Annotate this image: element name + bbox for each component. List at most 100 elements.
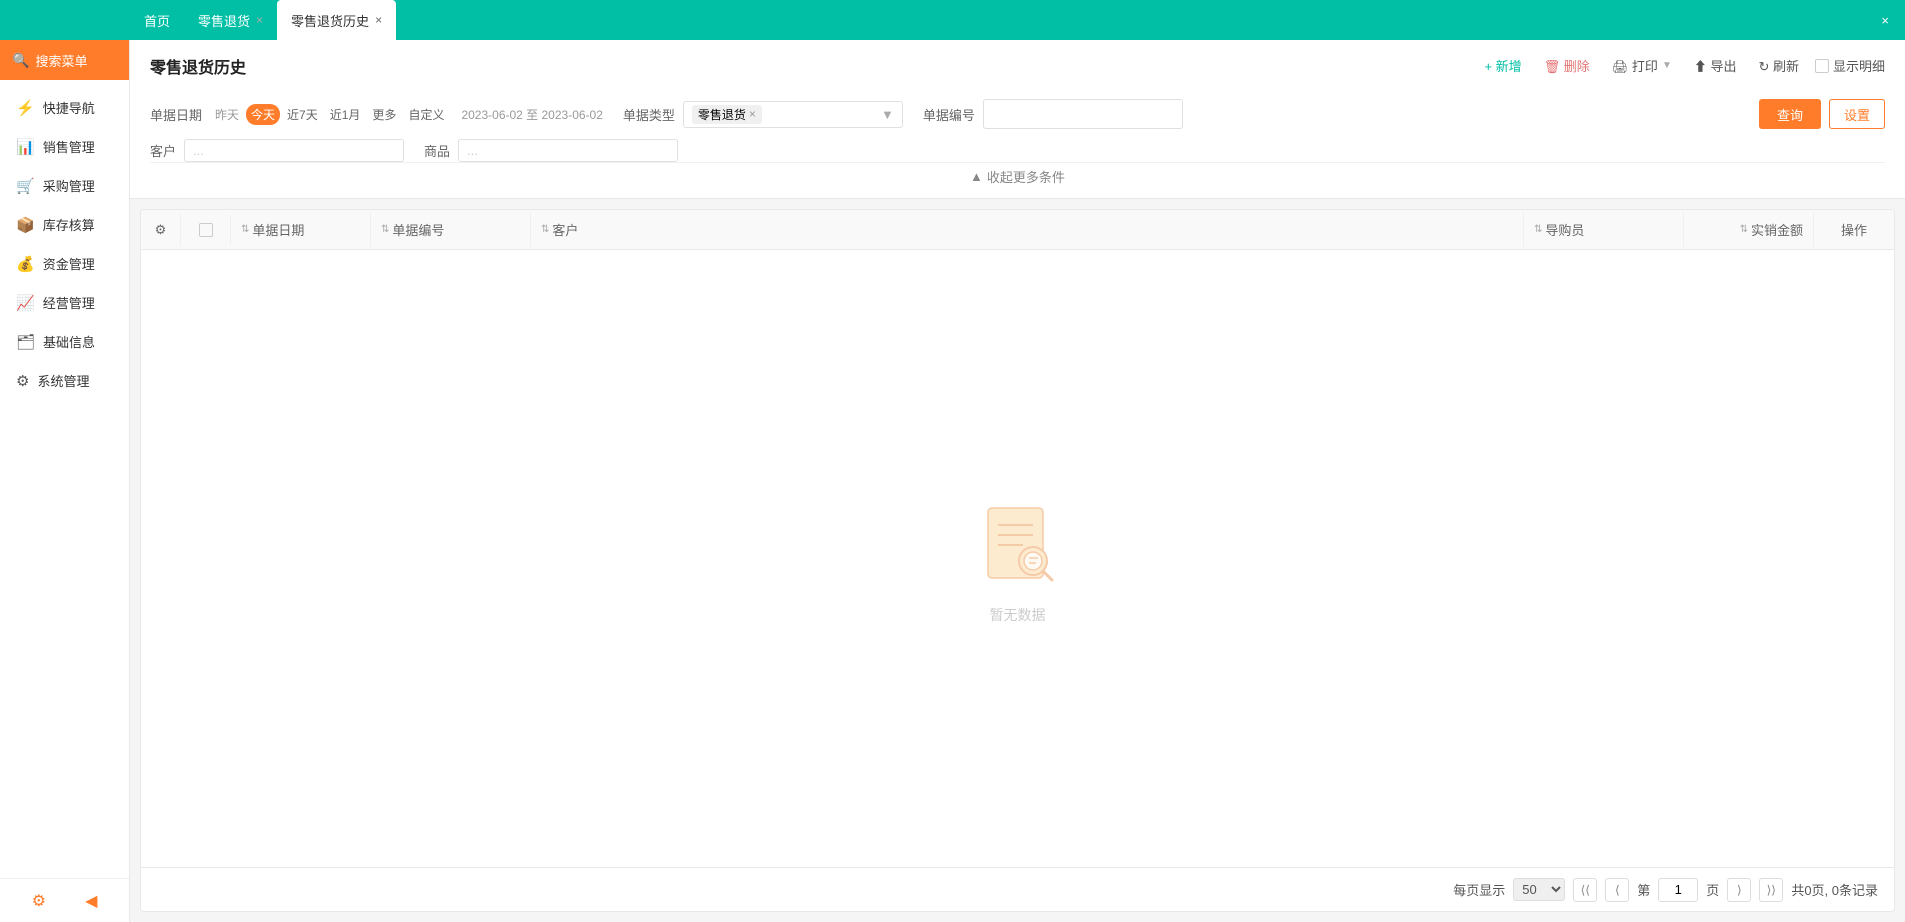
th-settings[interactable]: ⚙ bbox=[141, 214, 181, 246]
sidebar-footer: ⚙ ◀ bbox=[0, 878, 129, 922]
export-button-label: ⬆ 导出 bbox=[1694, 56, 1737, 75]
customer-select[interactable]: ... bbox=[184, 139, 404, 162]
sidebar-item-purchase[interactable]: 🛒 采购管理 bbox=[0, 166, 129, 205]
delete-button-label: 🗑 删除 bbox=[1544, 56, 1590, 75]
date-opt-custom[interactable]: 自定义 bbox=[403, 104, 449, 125]
sidebar-item-inventory-label: 库存核算 bbox=[43, 215, 95, 234]
display-toggle[interactable]: 显示明细 bbox=[1815, 56, 1885, 75]
sidebar-item-sales[interactable]: 📊 销售管理 bbox=[0, 127, 129, 166]
sidebar-item-operations[interactable]: 📈 经营管理 bbox=[0, 283, 129, 322]
sidebar-item-finance-label: 资金管理 bbox=[43, 254, 95, 273]
tab-retail-return-history-label: 零售退货历史 bbox=[291, 11, 369, 30]
empty-state: 暂无数据 bbox=[141, 250, 1894, 867]
sidebar-item-system-label: 系统管理 bbox=[37, 371, 89, 390]
sidebar-search-label: 搜索菜单 bbox=[35, 51, 87, 70]
page-title: 零售退货历史 bbox=[150, 54, 246, 78]
date-opt-today[interactable]: 今天 bbox=[246, 104, 280, 125]
th-num[interactable]: ⇅ 单据编号 bbox=[371, 212, 531, 247]
empty-text: 暂无数据 bbox=[990, 605, 1046, 625]
type-filter: 单据类型 零售退货 × ▼ bbox=[623, 101, 903, 128]
tab-home-label: 首页 bbox=[144, 11, 170, 30]
number-filter-label: 单据编号 bbox=[923, 105, 975, 124]
top-bar: 首页 零售退货 × 零售退货历史 × × bbox=[0, 0, 1905, 40]
settings-icon: ⚙ bbox=[155, 222, 167, 238]
th-checkbox[interactable] bbox=[199, 223, 213, 237]
sidebar-item-system[interactable]: ⚙ 系统管理 bbox=[0, 361, 129, 400]
th-num-label: 单据编号 bbox=[392, 220, 444, 239]
sidebar-item-basic[interactable]: 🗂 基础信息 bbox=[0, 322, 129, 361]
page-size-select[interactable]: 50 10 20 100 bbox=[1513, 878, 1565, 901]
th-amount[interactable]: ⇅ 实销金额 bbox=[1684, 212, 1814, 247]
sidebar-collapse-icon[interactable]: ◀ bbox=[85, 891, 97, 911]
page-last-button[interactable]: ⟩⟩ bbox=[1759, 878, 1783, 902]
display-checkbox[interactable] bbox=[1815, 59, 1829, 73]
th-action: 操作 bbox=[1814, 212, 1894, 247]
query-button[interactable]: 查询 bbox=[1759, 99, 1821, 129]
collapse-row[interactable]: ▲ 收起更多条件 bbox=[150, 162, 1885, 194]
tab-retail-return[interactable]: 零售退货 × bbox=[184, 0, 277, 40]
date-opt-1month[interactable]: 近1月 bbox=[325, 104, 366, 125]
page-first-button[interactable]: ⟨⟨ bbox=[1573, 878, 1597, 902]
sidebar-item-finance[interactable]: 💰 资金管理 bbox=[0, 244, 129, 283]
goods-filter-label: 商品 bbox=[424, 141, 450, 160]
date-opt-7days[interactable]: 近7天 bbox=[282, 104, 323, 125]
sidebar-search[interactable]: 🔍 搜索菜单 bbox=[0, 40, 129, 80]
type-tag: 零售退货 × bbox=[692, 105, 762, 124]
filter-area: 单据日期 昨天 今天 近7天 近1月 更多 自定义 2023-06-02 至 2… bbox=[150, 89, 1885, 198]
goods-select[interactable]: ... bbox=[458, 139, 678, 162]
type-select[interactable]: 零售退货 × ▼ bbox=[683, 101, 903, 128]
date-value-display: 2023-06-02 至 2023-06-02 bbox=[461, 106, 602, 123]
th-guide[interactable]: ⇅ 导购员 bbox=[1524, 212, 1684, 247]
page-next-button[interactable]: ⟩ bbox=[1727, 878, 1751, 902]
page-number-input[interactable] bbox=[1658, 878, 1698, 902]
content-area: 零售退货历史 + 新增 🗑 删除 🖨 打印 ▼ ⬆ 导出 bbox=[130, 40, 1905, 922]
print-button-label: 🖨 打印 bbox=[1612, 56, 1658, 75]
inventory-icon: 📦 bbox=[16, 216, 35, 234]
filter-row-2: 客户 ... 商品 ... bbox=[150, 139, 1885, 162]
new-button-label: + 新增 bbox=[1484, 56, 1521, 75]
purchase-icon: 🛒 bbox=[16, 177, 35, 195]
sidebar-item-quicknav[interactable]: ⚡ 快捷导航 bbox=[0, 88, 129, 127]
page-prev-button[interactable]: ⟨ bbox=[1605, 878, 1629, 902]
print-button[interactable]: 🖨 打印 ▼ bbox=[1606, 52, 1678, 79]
th-customer[interactable]: ⇅ 客户 bbox=[531, 212, 1524, 247]
type-dropdown-arrow: ▼ bbox=[881, 107, 894, 122]
sidebar-item-quicknav-label: 快捷导航 bbox=[43, 98, 95, 117]
collapse-up-icon: ▲ bbox=[970, 169, 983, 184]
sidebar-nav: ⚡ 快捷导航 📊 销售管理 🛒 采购管理 📦 库存核算 💰 资金管理 📈 bbox=[0, 80, 129, 878]
sidebar-item-sales-label: 销售管理 bbox=[43, 137, 95, 156]
system-icon: ⚙ bbox=[16, 372, 29, 390]
date-opt-more[interactable]: 更多 bbox=[367, 104, 401, 125]
delete-button[interactable]: 🗑 删除 bbox=[1538, 52, 1596, 79]
tab-home[interactable]: 首页 bbox=[130, 0, 184, 40]
quicknav-icon: ⚡ bbox=[16, 99, 35, 117]
tab-retail-return-label: 零售退货 bbox=[198, 11, 250, 30]
type-tag-close[interactable]: × bbox=[749, 107, 756, 121]
tab-retail-return-history-close[interactable]: × bbox=[375, 13, 382, 27]
tab-retail-return-close[interactable]: × bbox=[256, 13, 263, 27]
sidebar-settings-icon[interactable]: ⚙ bbox=[32, 891, 46, 911]
th-amount-label: 实销金额 bbox=[1751, 220, 1803, 239]
table-container: ⚙ ⇅ 单据日期 ⇅ 单据编号 ⇅ 客户 ⇅ bbox=[140, 209, 1895, 912]
customer-filter: 客户 ... bbox=[150, 139, 404, 162]
customer-filter-label: 客户 bbox=[150, 141, 176, 160]
collapse-label: 收起更多条件 bbox=[987, 167, 1065, 186]
th-check[interactable] bbox=[181, 215, 231, 245]
top-bar-close[interactable]: × bbox=[1881, 13, 1889, 28]
export-button[interactable]: ⬆ 导出 bbox=[1688, 52, 1743, 79]
tab-retail-return-history[interactable]: 零售退货历史 × bbox=[277, 0, 396, 40]
search-icon: 🔍 bbox=[12, 52, 29, 69]
goods-placeholder: ... bbox=[467, 143, 478, 158]
print-dropdown-icon[interactable]: ▼ bbox=[1662, 60, 1672, 71]
th-date[interactable]: ⇅ 单据日期 bbox=[231, 212, 371, 247]
settings-button[interactable]: 设置 bbox=[1829, 99, 1885, 129]
th-date-label: 单据日期 bbox=[252, 220, 304, 239]
date-opt-yesterday[interactable]: 昨天 bbox=[210, 104, 244, 125]
refresh-button[interactable]: ↻ 刷新 bbox=[1752, 52, 1805, 79]
new-button[interactable]: + 新增 bbox=[1478, 52, 1527, 79]
page-size-label: 每页显示 bbox=[1453, 880, 1505, 899]
finance-icon: 💰 bbox=[16, 255, 35, 273]
number-input[interactable] bbox=[983, 99, 1183, 129]
sort-customer-icon: ⇅ bbox=[541, 224, 549, 235]
sidebar-item-inventory[interactable]: 📦 库存核算 bbox=[0, 205, 129, 244]
